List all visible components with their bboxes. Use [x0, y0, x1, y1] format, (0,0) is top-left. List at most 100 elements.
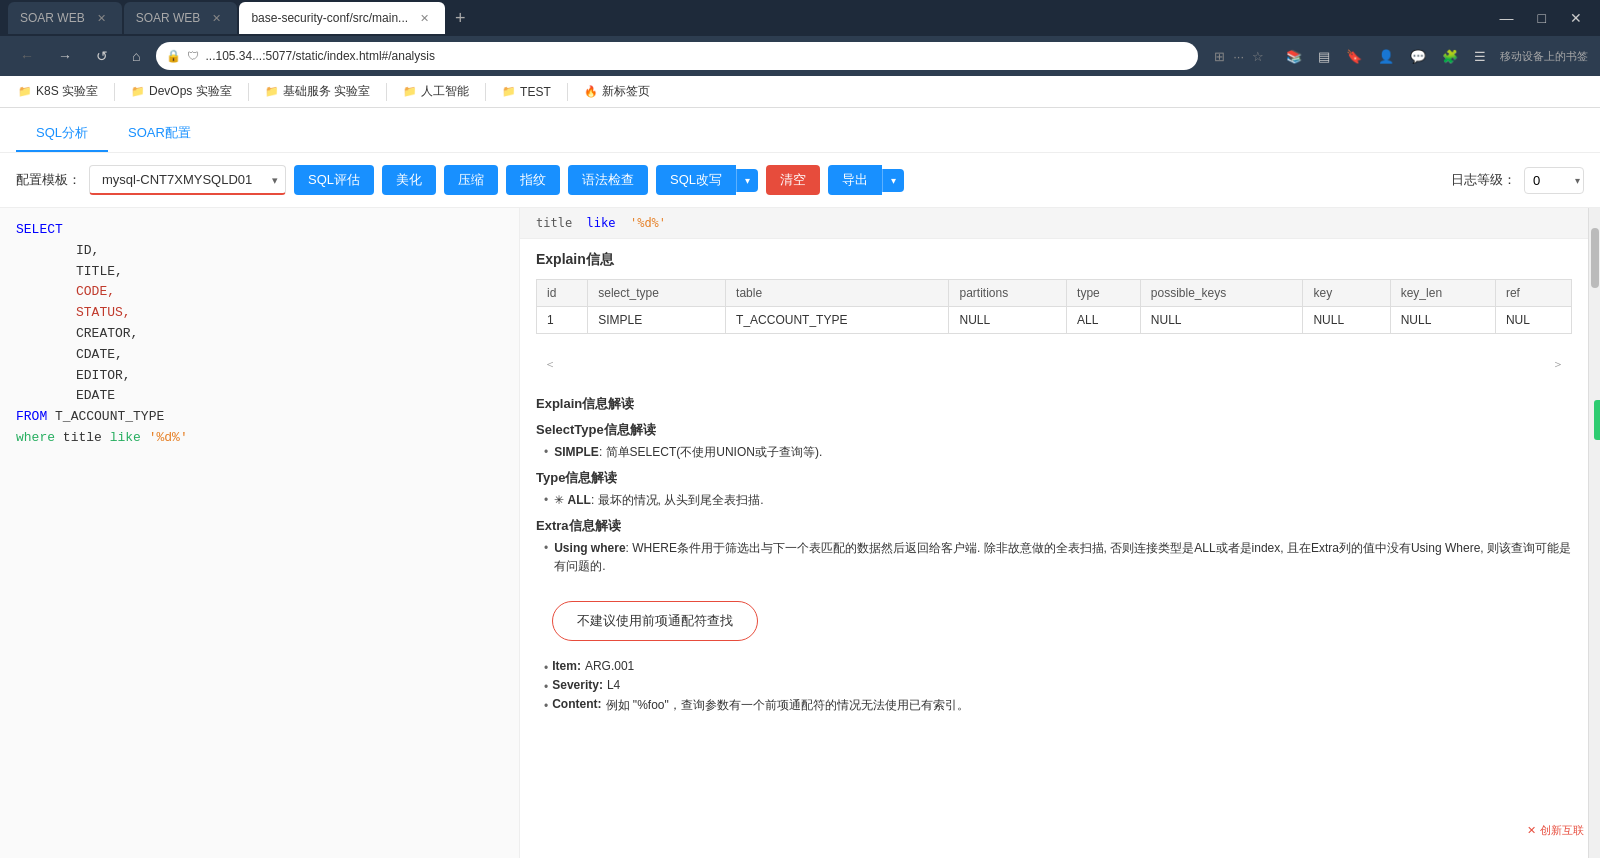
tab-sql-label: SQL分析	[36, 125, 88, 140]
collections-button[interactable]: 🔖	[1340, 45, 1368, 68]
tab-close-2[interactable]: ✕	[208, 10, 225, 27]
sql-from-kw: FROM	[16, 409, 47, 424]
maximize-button[interactable]: □	[1528, 6, 1556, 30]
sql-where-condition: title	[63, 430, 110, 445]
content-label: Content:	[552, 697, 601, 714]
template-select[interactable]: mysql-CNT7XMYSQLD01	[89, 165, 286, 195]
sql-rewrite-arrow[interactable]: ▾	[736, 169, 758, 192]
td-key-len: NULL	[1390, 307, 1495, 334]
table-scroll[interactable]: id select_type table partitions type pos…	[536, 279, 1572, 346]
export-arrow[interactable]: ▾	[882, 169, 904, 192]
sql-editor-field: EDITOR,	[16, 368, 131, 383]
explain-analysis-title: Explain信息解读	[536, 395, 1572, 413]
tab-close-1[interactable]: ✕	[93, 10, 110, 27]
sql-id: ID,	[16, 243, 99, 258]
address-input[interactable]	[205, 49, 1188, 63]
bookmark-newtab[interactable]: 🔥 新标签页	[576, 80, 658, 103]
page-tabs: SQL分析 SOAR配置	[0, 108, 1600, 153]
bookmark-label-ai: 人工智能	[421, 83, 469, 100]
title-bar: SOAR WEB ✕ SOAR WEB ✕ base-security-conf…	[0, 0, 1600, 36]
address-input-wrap: 🔒 🛡	[156, 42, 1198, 70]
feedback-button[interactable]: 💬	[1404, 45, 1432, 68]
bookmark-sep-2	[248, 83, 249, 101]
sql-select-kw: SELECT	[16, 222, 63, 237]
folder-icon-test: 📁	[502, 85, 516, 98]
new-tab-button[interactable]: +	[447, 4, 474, 33]
log-level-select[interactable]: 0	[1524, 167, 1584, 194]
beautify-button[interactable]: 美化	[382, 165, 436, 195]
results-panel: title like '%d%' Explain信息 id	[520, 208, 1600, 858]
account-button[interactable]: 👤	[1372, 45, 1400, 68]
td-type: ALL	[1067, 307, 1141, 334]
extensions-button[interactable]: 🧩	[1436, 45, 1464, 68]
content-value: 例如 "%foo"，查询参数有一个前项通配符的情况无法使用已有索引。	[606, 697, 969, 714]
export-group: 导出 ▾	[828, 165, 904, 195]
forward-button[interactable]: →	[50, 44, 80, 68]
td-ref: NUL	[1495, 307, 1571, 334]
badge-item-3: • Content: 例如 "%foo"，查询参数有一个前项通配符的情况无法使用…	[536, 697, 1572, 714]
tab-soarweb-1[interactable]: SOAR WEB ✕	[8, 2, 122, 34]
right-scrollbar[interactable]	[1588, 208, 1600, 858]
folder-icon-ai: 📁	[403, 85, 417, 98]
address-icons: ⊞ ··· ☆	[1214, 49, 1264, 64]
tab-soar-config[interactable]: SOAR配置	[108, 116, 211, 152]
sql-eval-button[interactable]: SQL评估	[294, 165, 374, 195]
more-icon[interactable]: ···	[1233, 49, 1244, 64]
bullet-icon-2: •	[544, 493, 548, 507]
bookmark-devops[interactable]: 📁 DevOps 实验室	[123, 80, 240, 103]
compress-button[interactable]: 压缩	[444, 165, 498, 195]
type-text-1: ✳ ALL: 最坏的情况, 从头到尾全表扫描.	[554, 491, 763, 509]
bullet-icon-5: •	[544, 680, 548, 694]
syntax-check-button[interactable]: 语法检查	[568, 165, 648, 195]
bookmarks-bar: 📁 K8S 实验室 📁 DevOps 实验室 📁 基础服务 实验室 📁 人工智能…	[0, 76, 1600, 108]
scroll-left-button[interactable]: ＜	[536, 354, 564, 375]
th-type: type	[1067, 280, 1141, 307]
scroll-thumb[interactable]	[1591, 228, 1599, 288]
results-content: title like '%d%' Explain信息 id	[520, 208, 1588, 858]
bookmark-base[interactable]: 📁 基础服务 实验室	[257, 80, 378, 103]
browser-tools: 📚 ▤ 🔖 👤 💬 🧩 ☰	[1280, 45, 1492, 68]
table-header-row: id select_type table partitions type pos…	[537, 280, 1572, 307]
grid-icon[interactable]: ⊞	[1214, 49, 1225, 64]
sql-where-kw: where	[16, 430, 55, 445]
th-ref: ref	[1495, 280, 1571, 307]
th-possible-keys: possible_keys	[1140, 280, 1303, 307]
bookmark-test[interactable]: 📁 TEST	[494, 82, 559, 102]
fingerprint-button[interactable]: 指纹	[506, 165, 560, 195]
sql-rewrite-button[interactable]: SQL改写	[656, 165, 736, 195]
item-label: Item:	[552, 659, 581, 675]
table-scroll-controls: ＜ ＞	[536, 354, 1572, 375]
bookmark-k8s[interactable]: 📁 K8S 实验室	[10, 80, 106, 103]
tab-soarweb-2[interactable]: SOAR WEB ✕	[124, 2, 238, 34]
folder-icon-devops: 📁	[131, 85, 145, 98]
folder-icon-base: 📁	[265, 85, 279, 98]
minimize-button[interactable]: —	[1490, 6, 1524, 30]
th-key: key	[1303, 280, 1390, 307]
close-button[interactable]: ✕	[1560, 6, 1592, 30]
tab-close-3[interactable]: ✕	[416, 10, 433, 27]
home-button[interactable]: ⌂	[124, 44, 148, 68]
export-button[interactable]: 导出	[828, 165, 882, 195]
bookmark-ai[interactable]: 📁 人工智能	[395, 80, 477, 103]
extra-text-1: Using where: WHERE条件用于筛选出与下一个表匹配的数据然后返回给…	[554, 539, 1572, 575]
sidebar-button[interactable]: ▤	[1312, 45, 1336, 68]
tab-base-security[interactable]: base-security-conf/src/main... ✕	[239, 2, 445, 34]
sql-like-value: '%d%'	[149, 430, 188, 445]
template-select-wrap: mysql-CNT7XMYSQLD01 ▾	[89, 165, 286, 195]
folder-icon-k8s: 📁	[18, 85, 32, 98]
back-button[interactable]: ←	[12, 44, 42, 68]
scroll-right-button[interactable]: ＞	[1544, 354, 1572, 375]
toolbar-right: 日志等级： 0 ▾	[1451, 167, 1584, 194]
clear-button[interactable]: 清空	[766, 165, 820, 195]
star-icon[interactable]: ☆	[1252, 49, 1264, 64]
reload-button[interactable]: ↺	[88, 44, 116, 68]
library-button[interactable]: 📚	[1280, 45, 1308, 68]
browser-window: SOAR WEB ✕ SOAR WEB ✕ base-security-conf…	[0, 0, 1600, 858]
bookmark-label-k8s: K8S 实验室	[36, 83, 98, 100]
menu-button[interactable]: ☰	[1468, 45, 1492, 68]
bullet-icon-3: •	[544, 541, 548, 555]
tab-sql-analysis[interactable]: SQL分析	[16, 116, 108, 152]
bookmark-sep-3	[386, 83, 387, 101]
extra-item-1: • Using where: WHERE条件用于筛选出与下一个表匹配的数据然后返…	[536, 539, 1572, 575]
sql-editor[interactable]: SELECT ID, TITLE, CODE, STATUS, CREATOR,…	[0, 208, 520, 858]
